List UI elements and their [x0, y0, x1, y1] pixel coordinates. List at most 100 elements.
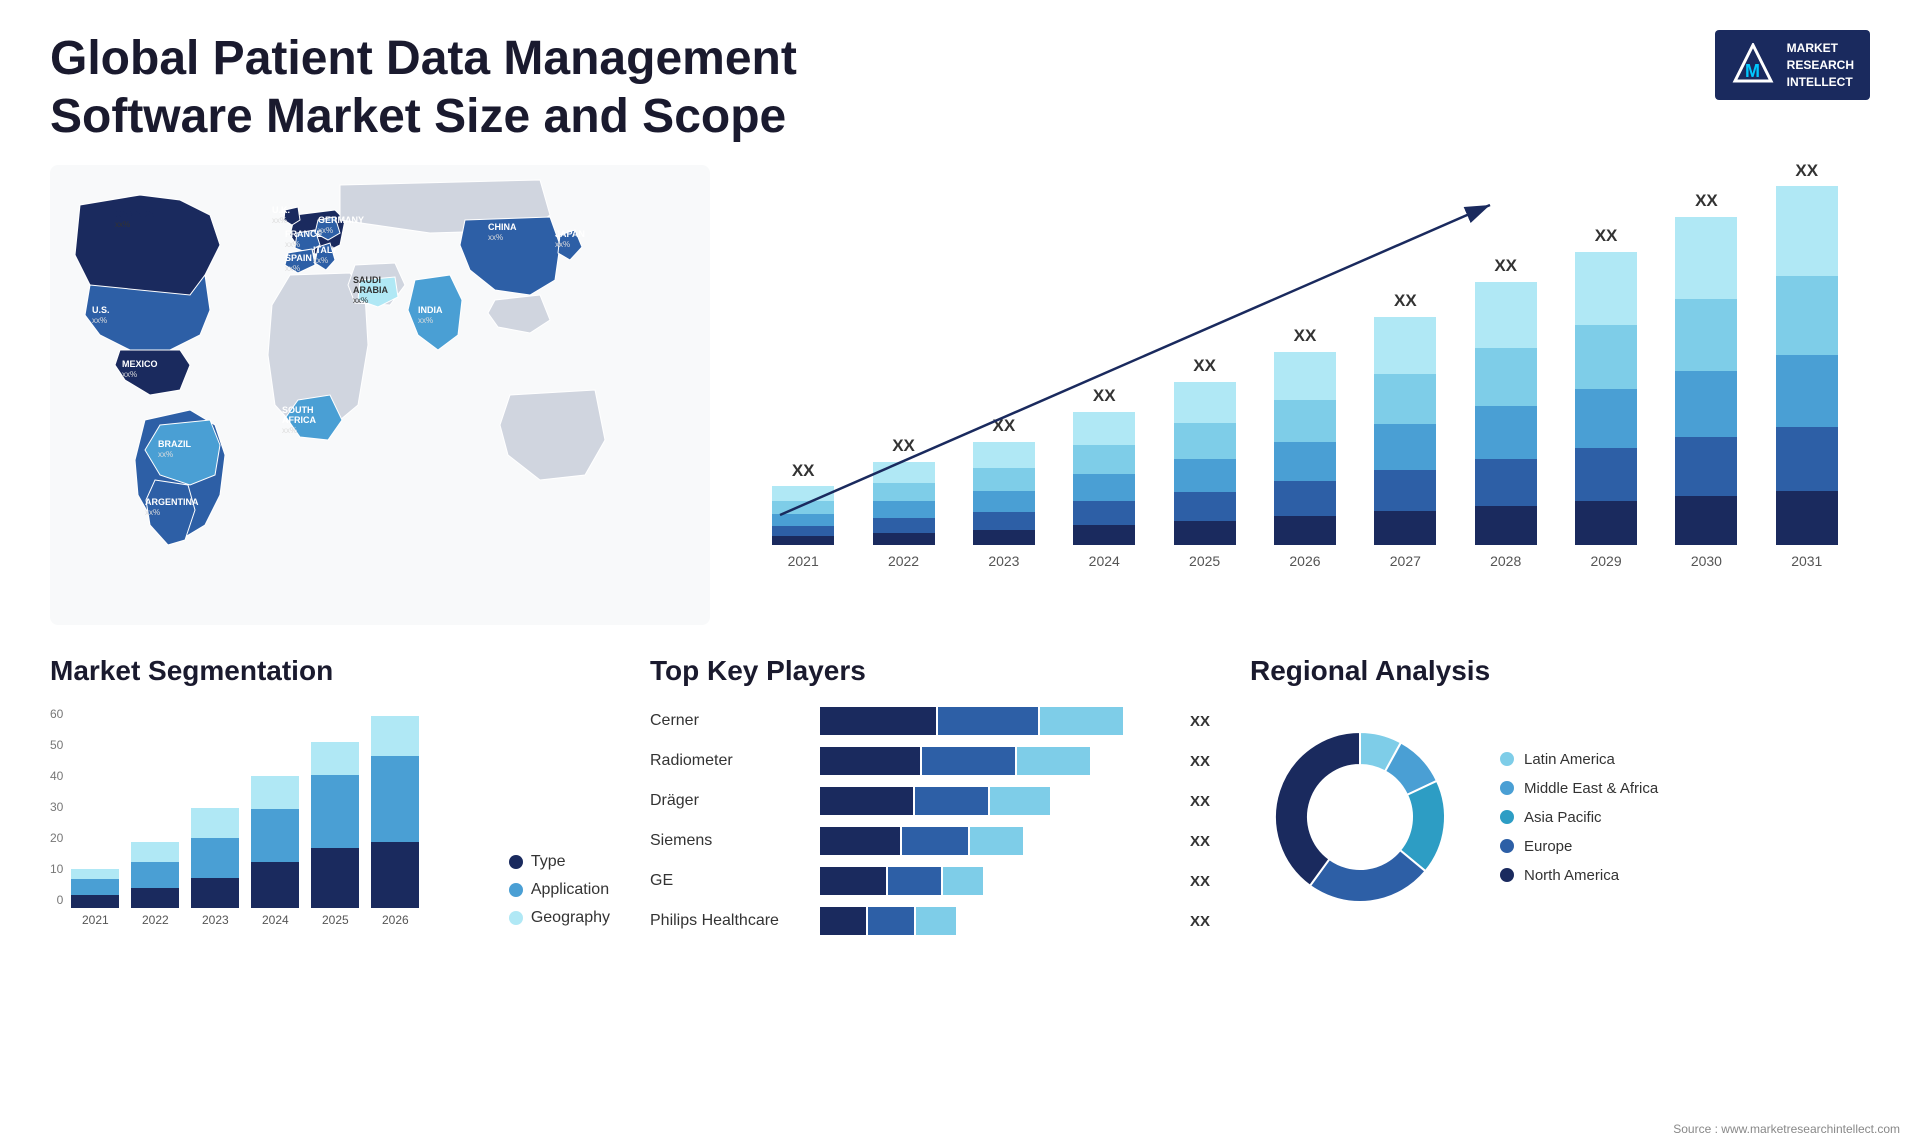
x-axis-labels: 2021202220232024202520262027202820292030… [760, 553, 1850, 569]
bar-segment [1675, 496, 1737, 545]
svg-text:xx%: xx% [115, 220, 130, 229]
segmentation-section: Market Segmentation 60 50 40 30 20 10 0 … [50, 645, 610, 957]
top-row: CANADA xx% U.S. xx% MEXICO xx% BRAZIL xx… [50, 165, 1870, 625]
svg-text:U.K.: U.K. [272, 205, 290, 215]
seg-bar-seg [71, 869, 119, 879]
bar-segment [1675, 437, 1737, 496]
player-bar-container [820, 827, 1174, 855]
seg-bar-group: 2021 [71, 869, 119, 927]
seg-bar-seg [191, 808, 239, 838]
svg-text:xx%: xx% [285, 264, 300, 273]
svg-text:M: M [1745, 61, 1760, 81]
bar-stack [1073, 410, 1135, 545]
player-bar-seg [820, 747, 920, 775]
bar-segment [1174, 423, 1236, 459]
seg-bar-seg [191, 878, 239, 908]
bar-segment [1274, 400, 1336, 442]
seg-bar-group: 2026 [371, 716, 419, 927]
bar-segment [1675, 299, 1737, 371]
bar-segment [973, 512, 1035, 530]
bar-segment [1475, 506, 1537, 545]
legend-dot [509, 883, 523, 897]
bar-segment [1575, 389, 1637, 448]
svg-text:U.S.: U.S. [92, 305, 110, 315]
seg-bar-group: 2025 [311, 742, 359, 927]
player-row: RadiometerXX [650, 747, 1210, 775]
donut-chart [1250, 707, 1470, 927]
svg-text:INDIA: INDIA [418, 305, 443, 315]
bar-segment [772, 514, 834, 526]
bar-segment [1374, 511, 1436, 545]
player-row: SiemensXX [650, 827, 1210, 855]
regional-legend-dot [1500, 810, 1514, 824]
bar-stack [1776, 185, 1838, 545]
bar-stack [1174, 380, 1236, 545]
bar-segment [1174, 492, 1236, 521]
bar-segment [1675, 371, 1737, 437]
seg-bar-seg [131, 842, 179, 862]
svg-text:MEXICO: MEXICO [122, 359, 158, 369]
bar-segment [1374, 424, 1436, 470]
legend-item: Type [509, 853, 610, 871]
seg-bar-stack [251, 776, 299, 908]
seg-bars: 202120222023202420252026 [71, 727, 488, 927]
logo-icon: M [1731, 43, 1775, 87]
regional-title: Regional Analysis [1250, 655, 1870, 687]
segmentation-title: Market Segmentation [50, 655, 610, 687]
bars-row: XXXXXXXXXXXXXXXXXXXXXX [760, 185, 1850, 545]
bar-group: XX [1764, 161, 1850, 545]
player-bar-seg [916, 907, 956, 935]
seg-bar-seg [251, 862, 299, 908]
bar-group: XX [1563, 226, 1649, 545]
legend-item: Application [509, 881, 610, 899]
svg-text:xx%: xx% [145, 508, 160, 517]
bar-segment [973, 442, 1035, 468]
svg-text:xx%: xx% [122, 370, 137, 379]
header: Global Patient Data Management Software … [50, 30, 1870, 145]
svg-text:xx%: xx% [418, 316, 433, 325]
logo-text: MARKET RESEARCH INTELLECT [1787, 40, 1854, 90]
svg-text:FRANCE: FRANCE [285, 229, 323, 239]
bar-segment [1475, 459, 1537, 506]
svg-text:ITALY: ITALY [313, 245, 338, 255]
seg-bar-group: 2023 [191, 808, 239, 927]
seg-bar-seg [131, 888, 179, 908]
bar-segment [1174, 521, 1236, 545]
legend-item: Geography [509, 909, 610, 927]
svg-text:AFRICA: AFRICA [282, 415, 316, 425]
bar-segment [873, 483, 935, 501]
player-bar-seg [1040, 707, 1123, 735]
bar-group: XX [1262, 326, 1348, 545]
bar-group: XX [961, 416, 1047, 545]
bar-segment [772, 526, 834, 536]
player-bar-seg [902, 827, 968, 855]
player-bar-seg [820, 707, 936, 735]
bar-segment [1475, 282, 1537, 348]
regional-section: Regional Analysis Latin AmericaMiddle Ea… [1250, 645, 1870, 957]
seg-bar-seg [131, 862, 179, 888]
svg-text:ARABIA: ARABIA [353, 285, 388, 295]
regional-legend-dot [1500, 752, 1514, 766]
bar-group: XX [1663, 191, 1749, 545]
svg-text:xx%: xx% [313, 256, 328, 265]
bar-segment [1073, 445, 1135, 474]
seg-bar-seg [311, 775, 359, 848]
player-bar-seg [990, 787, 1050, 815]
player-bar-container [820, 707, 1174, 735]
bottom-row: Market Segmentation 60 50 40 30 20 10 0 … [50, 645, 1870, 957]
legend-dot [509, 911, 523, 925]
seg-bar-seg [371, 756, 419, 842]
bar-stack [1374, 315, 1436, 545]
player-bar-container [820, 787, 1174, 815]
seg-bar-seg [311, 742, 359, 775]
bar-segment [1776, 186, 1838, 276]
player-bar-seg [938, 707, 1038, 735]
player-bar-seg [888, 867, 941, 895]
bar-segment [1475, 348, 1537, 406]
source-text: Source : www.marketresearchintellect.com [1673, 1122, 1900, 1136]
legend-dot [509, 855, 523, 869]
player-bar-seg [820, 867, 886, 895]
svg-text:ARGENTINA: ARGENTINA [145, 497, 199, 507]
players-section: Top Key Players CernerXXRadiometerXXDräg… [650, 645, 1210, 957]
regional-legend: Latin AmericaMiddle East & AfricaAsia Pa… [1500, 751, 1658, 884]
